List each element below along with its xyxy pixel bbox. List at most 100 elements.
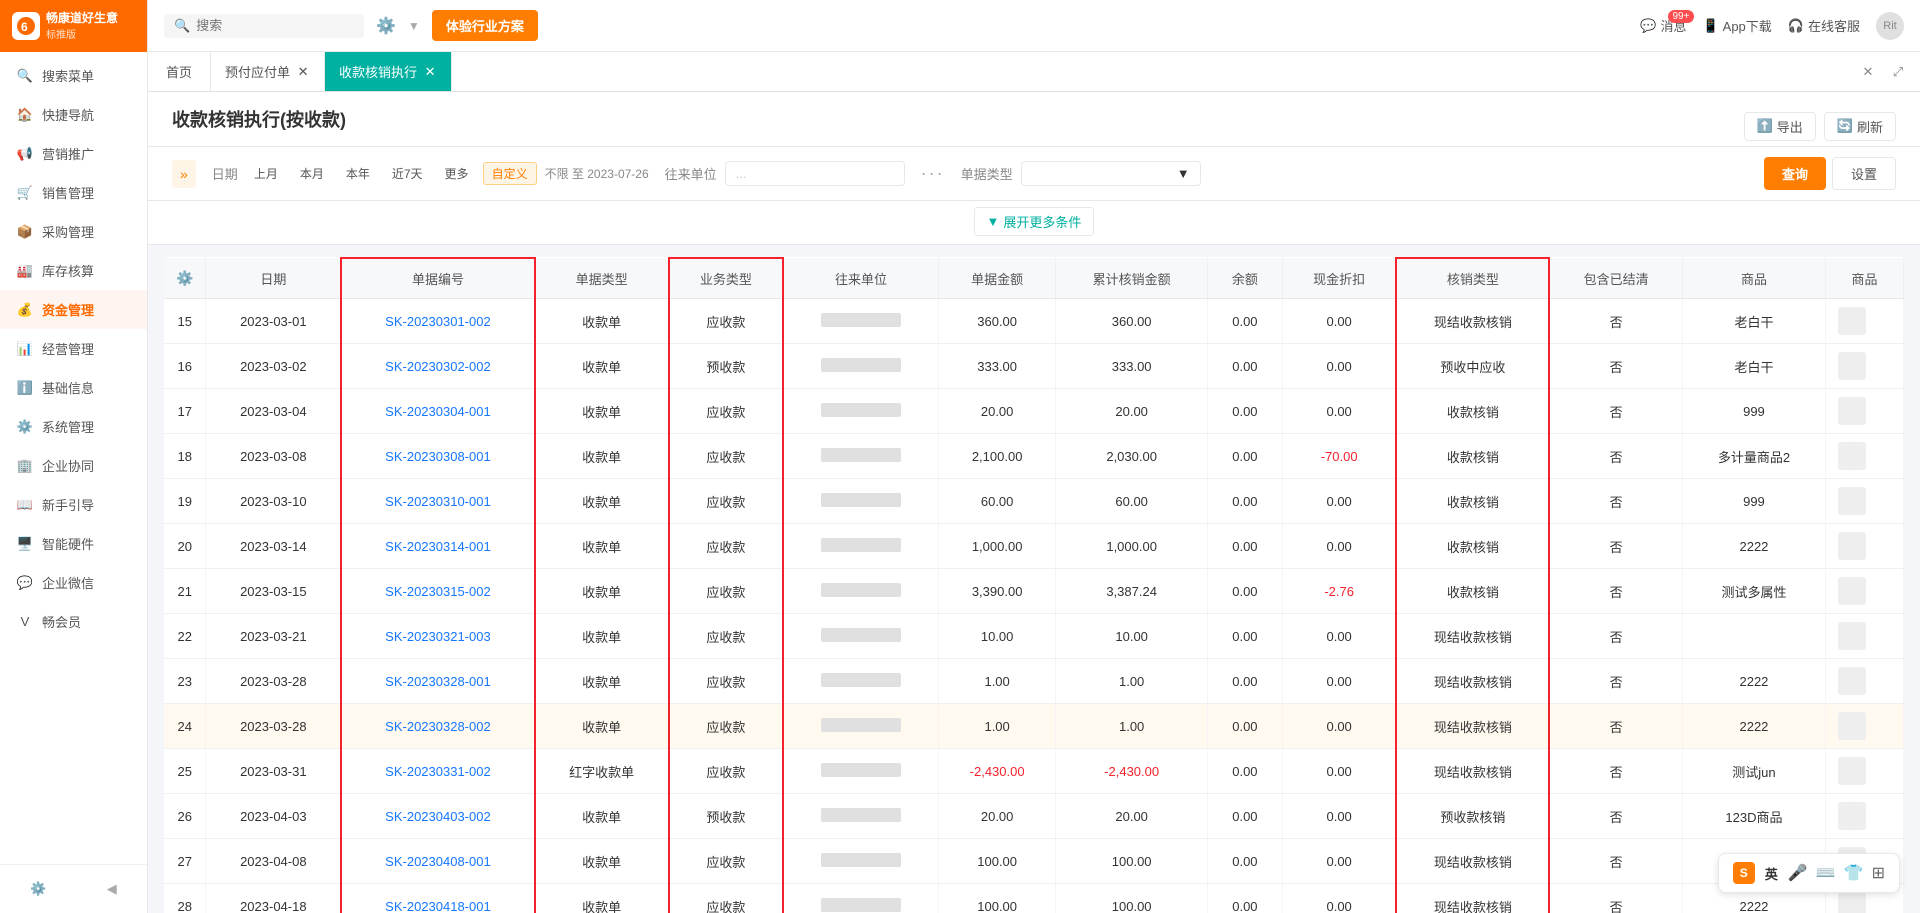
filter-toggle-btn[interactable]: » — [172, 160, 196, 188]
tabbar-actions: ✕ ⤢ — [1854, 58, 1920, 86]
doc-no-link[interactable]: SK-20230310-001 — [385, 494, 491, 509]
goods-thumb — [1838, 622, 1866, 650]
doc-no-link[interactable]: SK-20230331-002 — [385, 764, 491, 779]
tab-home[interactable]: 首页 — [148, 52, 211, 91]
td-balance: 0.00 — [1207, 479, 1282, 524]
refresh-button[interactable]: 🔄 刷新 — [1824, 112, 1896, 141]
tab-prepay-close[interactable]: ✕ — [296, 65, 310, 79]
td-biz-type: 应收款 — [669, 299, 784, 344]
sidebar-item-quicknav[interactable]: 🏠 快捷导航 — [0, 95, 147, 134]
doc-no-link[interactable]: SK-20230403-002 — [385, 809, 491, 824]
topbar-gear-icon[interactable]: ⚙️ — [376, 16, 396, 36]
online-service-button[interactable]: 🎧 在线客服 — [1788, 16, 1860, 35]
query-button[interactable]: 查询 — [1764, 157, 1826, 190]
goods-thumb — [1838, 487, 1866, 515]
td-partner — [783, 344, 938, 389]
sidebar-item-marketing[interactable]: 📢 营销推广 — [0, 134, 147, 173]
td-include-cleared: 否 — [1549, 749, 1682, 794]
expand-more-btn[interactable]: ▼ 展开更多条件 — [974, 207, 1095, 236]
partner-filter-input[interactable]: ... — [725, 161, 905, 186]
doc-no-link[interactable]: SK-20230328-001 — [385, 674, 491, 689]
sidebar-item-member[interactable]: V 畅会员 — [0, 602, 147, 641]
search-icon: 🔍 — [16, 67, 34, 85]
doc-no-link[interactable]: SK-20230418-001 — [385, 899, 491, 913]
search-input[interactable] — [196, 18, 316, 33]
logo-text: 畅康道好生意 标推版 — [46, 11, 118, 42]
sidebar-item-wechat[interactable]: 💬 企业微信 — [0, 563, 147, 602]
type-filter-select[interactable]: ▼ — [1021, 161, 1201, 186]
doc-no-link[interactable]: SK-20230304-001 — [385, 404, 491, 419]
message-button[interactable]: 💬 消息 99+ — [1640, 16, 1686, 35]
sidebar-item-sales[interactable]: 🛒 销售管理 — [0, 173, 147, 212]
table-area[interactable]: ⚙️ 日期 单据编号 单据类型 — [148, 245, 1920, 913]
doc-no-link[interactable]: SK-20230408-001 — [385, 854, 491, 869]
td-no: 18 — [164, 434, 206, 479]
sidebar-item-guide[interactable]: 📖 新手引导 — [0, 485, 147, 524]
doc-no-link[interactable]: SK-20230314-001 — [385, 539, 491, 554]
doc-no-link[interactable]: SK-20230308-001 — [385, 449, 491, 464]
date-btn-this-month[interactable]: 本月 — [292, 162, 332, 185]
goods-thumb — [1838, 757, 1866, 785]
sidebar-settings-btn[interactable]: ⚙️ — [24, 875, 52, 903]
app-download-button[interactable]: 📱 App下载 — [1702, 16, 1771, 35]
td-amount: 3,390.00 — [938, 569, 1056, 614]
td-amount: 100.00 — [938, 839, 1056, 884]
goods-thumb — [1838, 307, 1866, 335]
sidebar-item-basic[interactable]: ℹ️ 基础信息 — [0, 368, 147, 407]
sidebar-item-operation[interactable]: 📊 经营管理 — [0, 329, 147, 368]
ime-keyboard-icon[interactable]: ⌨️ — [1816, 863, 1836, 883]
date-btn-7days[interactable]: 近7天 — [384, 162, 431, 185]
ime-shirt-icon[interactable]: 👕 — [1844, 863, 1864, 883]
chevron-down-icon: ▼ — [1177, 166, 1190, 181]
td-amount: 360.00 — [938, 299, 1056, 344]
sidebar-bottom: ⚙️ ◀ — [0, 864, 147, 913]
tab-receipt[interactable]: 收款核销执行 ✕ — [325, 52, 452, 91]
td-doc-type: 收款单 — [535, 614, 669, 659]
ime-lang-btn[interactable]: 英 — [1765, 864, 1778, 883]
td-goods: 999 — [1682, 479, 1825, 524]
td-no: 17 — [164, 389, 206, 434]
doc-no-link[interactable]: SK-20230321-003 — [385, 629, 491, 644]
td-verify-type: 现结收款核销 — [1396, 299, 1549, 344]
td-partner — [783, 299, 938, 344]
td-verified: 1.00 — [1056, 704, 1207, 749]
td-include-cleared: 否 — [1549, 389, 1682, 434]
td-cash-discount: 0.00 — [1282, 659, 1396, 704]
sidebar-item-finance[interactable]: 💰 资金管理 — [0, 290, 147, 329]
date-btn-this-year[interactable]: 本年 — [338, 162, 378, 185]
sidebar-item-system[interactable]: ⚙️ 系统管理 — [0, 407, 147, 446]
doc-no-link[interactable]: SK-20230315-002 — [385, 584, 491, 599]
topbar-dropdown-arrow[interactable]: ▼ — [408, 19, 420, 33]
tab-prepay[interactable]: 预付应付单 ✕ — [211, 52, 325, 91]
search-box[interactable]: 🔍 — [164, 14, 364, 38]
doc-no-link[interactable]: SK-20230301-002 — [385, 314, 491, 329]
user-avatar[interactable]: Rit — [1876, 12, 1904, 40]
ime-grid-icon[interactable]: ⊞ — [1872, 863, 1885, 883]
td-date: 2023-03-08 — [206, 434, 341, 479]
sidebar-item-purchase[interactable]: 📦 采购管理 — [0, 212, 147, 251]
sidebar-item-inventory[interactable]: 🏭 库存核算 — [0, 251, 147, 290]
sidebar-item-hardware[interactable]: 🖥️ 智能硬件 — [0, 524, 147, 563]
td-cash-discount: 0.00 — [1282, 389, 1396, 434]
td-verify-type: 预收款核销 — [1396, 794, 1549, 839]
column-settings-icon[interactable]: ⚙️ — [176, 270, 193, 286]
td-amount: 1.00 — [938, 659, 1056, 704]
tab-close-all-btn[interactable]: ✕ — [1854, 58, 1882, 86]
date-btn-more[interactable]: 更多 — [437, 162, 477, 185]
td-verify-type: 现结收款核销 — [1396, 839, 1549, 884]
sidebar-collapse-btn[interactable]: ◀ — [101, 875, 123, 903]
doc-no-link[interactable]: SK-20230302-002 — [385, 359, 491, 374]
tab-receipt-close[interactable]: ✕ — [423, 65, 437, 79]
td-biz-type: 应收款 — [669, 659, 784, 704]
solution-button[interactable]: 体验行业方案 — [432, 10, 538, 41]
ime-mic-icon[interactable]: 🎤 — [1788, 863, 1808, 883]
date-btn-last-month[interactable]: 上月 — [246, 162, 286, 185]
filter-settings-button[interactable]: 设置 — [1832, 157, 1896, 190]
doc-no-link[interactable]: SK-20230328-002 — [385, 719, 491, 734]
sidebar-item-corp[interactable]: 🏢 企业协同 — [0, 446, 147, 485]
page-title-row: 收款核销执行(按收款) ⬆️ 导出 🔄 刷新 — [172, 106, 1896, 146]
export-button[interactable]: ⬆️ 导出 — [1744, 112, 1816, 141]
tab-expand-btn[interactable]: ⤢ — [1884, 58, 1912, 86]
sidebar-item-search[interactable]: 🔍 搜索菜单 — [0, 56, 147, 95]
date-custom-badge[interactable]: 自定义 — [483, 162, 537, 185]
